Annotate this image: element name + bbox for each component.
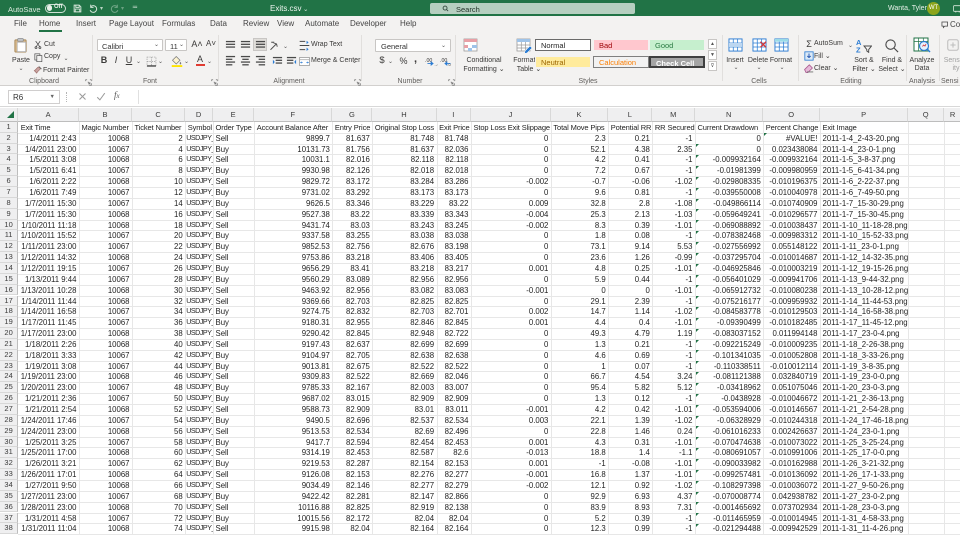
svg-text:→0: →0 [434, 61, 438, 66]
svg-text:0: 0 [449, 61, 452, 66]
svg-text:Z: Z [856, 46, 861, 53]
